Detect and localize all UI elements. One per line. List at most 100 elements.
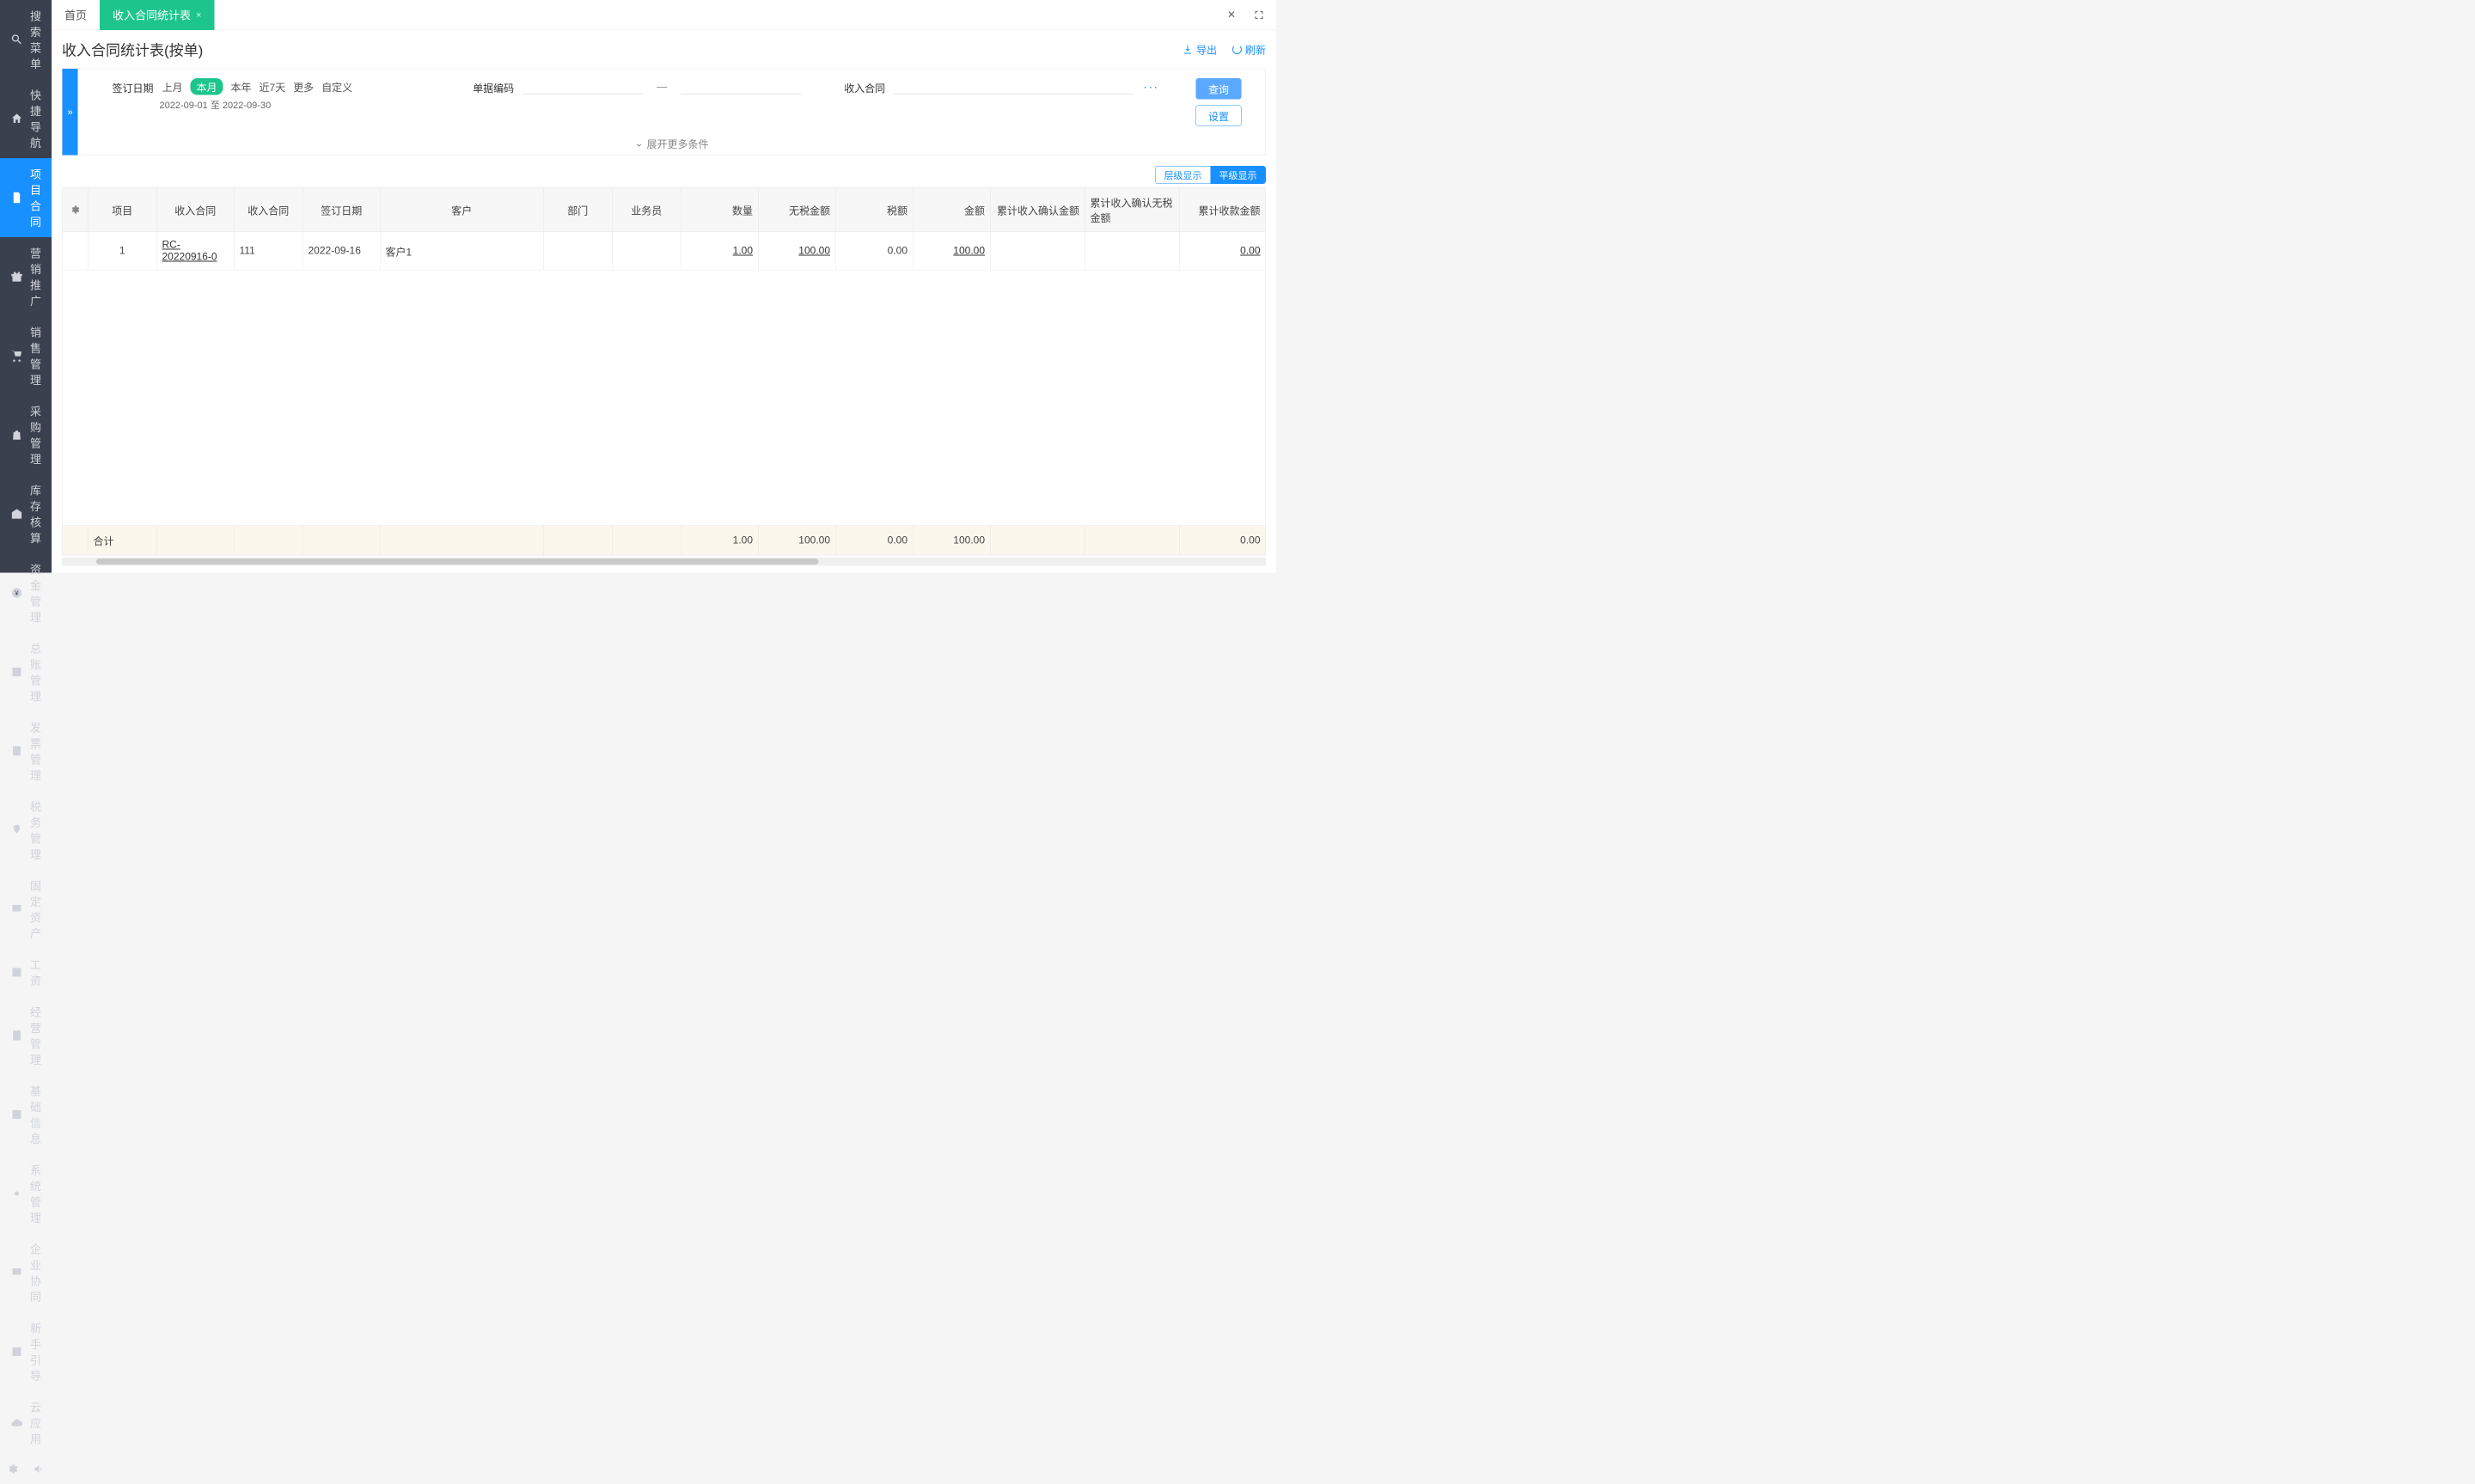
cell-tax: 0.00 [836,232,914,270]
th-cum-confirm[interactable]: 累计收入确认金额 [991,188,1085,232]
collab-icon [10,1267,23,1279]
sidebar-item-collab[interactable]: 企业协同 [0,1233,52,1312]
sidebar-item-search[interactable]: 搜索菜单 [0,0,52,79]
qd-more[interactable]: 更多 [293,79,314,95]
qd-this-month[interactable]: 本月 [191,78,223,95]
info-icon [10,1108,23,1121]
th-income-contract-2[interactable]: 收入合同 [235,188,303,232]
table-row[interactable]: 1 RC-20220916-0 111 2022-09-16 客户1 1.00 … [63,232,1266,271]
sidebar-item-label: 资金管理 [30,561,41,625]
cell-amount[interactable]: 100.00 [914,232,991,270]
gift-icon [10,271,23,284]
sidebar-item-guide[interactable]: 新手引导 [0,1312,52,1391]
qd-7days[interactable]: 近7天 [260,79,286,95]
qd-this-year[interactable]: 本年 [231,79,252,95]
cell-cum-receipt[interactable]: 0.00 [1180,232,1266,270]
gear-icon [70,205,80,215]
fullscreen-button[interactable] [1250,6,1268,23]
sidebar-item-label: 总账管理 [30,640,41,704]
sidebar-item-quicknav[interactable]: 快捷导航 [0,79,52,158]
th-cum-confirm-notax[interactable]: 累计收入确认无税金额 [1085,188,1180,232]
order-code-to-input[interactable] [681,79,801,95]
sys-icon [10,1188,23,1200]
th-income-contract[interactable]: 收入合同 [157,188,235,232]
sidebar-item-baseinfo[interactable]: 基础信息 [0,1075,52,1154]
sidebar-item-label: 基础信息 [30,1083,41,1146]
expand-more-button[interactable]: ⌄展开更多条件 [78,131,1266,156]
th-customer[interactable]: 客户 [381,188,544,232]
page-title: 收入合同统计表(按单) [62,39,203,60]
sidebar-item-invoice[interactable]: 发票管理 [0,711,52,791]
more-lookup-button[interactable]: ··· [1143,80,1158,94]
export-button[interactable]: 导出 [1182,42,1217,58]
th-amount[interactable]: 金额 [914,188,991,232]
settings-filter-button[interactable]: 设置 [1196,106,1242,127]
ledger-icon [10,666,23,679]
table-header: 项目 收入合同 收入合同 签订日期 客户 部门 业务员 数量 无税金额 税额 金… [63,188,1266,233]
th-cum-receipt[interactable]: 累计收款金额 [1180,188,1266,232]
scroll-thumb[interactable] [96,559,819,565]
th-dept[interactable]: 部门 [544,188,613,232]
cell-code: 111 [235,232,303,270]
cell-qty[interactable]: 1.00 [681,232,759,270]
qd-last-month[interactable]: 上月 [162,79,183,95]
qd-custom[interactable]: 自定义 [321,79,352,95]
sidebar-item-funds[interactable]: ¥资金管理 [0,553,52,632]
sidebar-item-marketing[interactable]: 营销推广 [0,237,52,316]
close-icon[interactable]: × [196,9,201,21]
cell-contract-link[interactable]: RC-20220916-0 [157,232,235,270]
sidebar-item-label: 新手引导 [30,1320,41,1383]
th-qty[interactable]: 数量 [681,188,759,232]
guide-icon [10,1346,23,1359]
th-sales[interactable]: 业务员 [613,188,681,232]
salary-icon [10,966,23,979]
sidebar-item-purchase[interactable]: 采购管理 [0,395,52,474]
cell-customer: 客户1 [381,232,544,270]
sidebar-item-cloud[interactable]: 云应用 [0,1391,52,1455]
sidebar-item-label: 营销推广 [30,245,41,308]
sound-button[interactable] [26,1455,52,1484]
tab-income-report[interactable]: 收入合同统计表 × [100,0,214,30]
sidebar-item-tax[interactable]: 税务管理 [0,791,52,870]
cell-cum2 [1085,232,1180,270]
fullscreen-icon [1254,9,1264,20]
gear-icon [7,1463,19,1475]
sidebar-item-salary[interactable]: 工资 [0,949,52,996]
order-code-from-input[interactable] [522,79,643,95]
refresh-button[interactable]: 刷新 [1232,42,1266,58]
sidebar-bottom [0,1455,52,1484]
toggle-flat[interactable]: 平级显示 [1211,167,1266,184]
invoice-icon [10,745,23,758]
th-tax[interactable]: 税额 [836,188,914,232]
tab-label: 收入合同统计表 [113,7,191,23]
sidebar-item-label: 税务管理 [30,798,41,862]
sidebar-item-assets[interactable]: 固定资产 [0,870,52,949]
th-notax[interactable]: 无税金额 [759,188,836,232]
sidebar-item-operation[interactable]: 经营管理 [0,996,52,1075]
sidebar-item-label: 企业协同 [30,1241,41,1304]
tab-home[interactable]: 首页 [52,0,100,30]
total-qty: 1.00 [681,526,759,555]
close-all-button[interactable]: ✕ [1223,6,1240,23]
settings-button[interactable] [0,1455,26,1484]
warehouse-icon [10,508,23,521]
sidebar-item-system[interactable]: 系统管理 [0,1154,52,1233]
biz-icon [10,1029,23,1042]
sidebar-item-label: 快捷导航 [30,87,41,150]
sidebar-item-sales[interactable]: 销售管理 [0,316,52,395]
cell-notax[interactable]: 100.00 [759,232,836,270]
query-button[interactable]: 查询 [1196,78,1242,100]
cart-icon [10,350,23,363]
main: 首页 收入合同统计表 × ✕ 收入合同统计表(按单) 导出 刷新 » 签订日期 上… [52,0,1276,573]
horizontal-scrollbar[interactable] [62,558,1266,566]
sidebar-item-ledger[interactable]: 总账管理 [0,632,52,711]
th-sign-date[interactable]: 签订日期 [303,188,381,232]
sidebar-item-project-contract[interactable]: 项目合同 [0,158,52,237]
sidebar: 搜索菜单 快捷导航 项目合同 营销推广 销售管理 采购管理 库存核算 ¥资金管理… [0,0,52,573]
collapse-filter-button[interactable]: » [63,69,78,156]
toggle-hierarchy[interactable]: 层级显示 [1155,167,1210,184]
income-contract-input[interactable] [894,79,1134,95]
column-settings-button[interactable] [63,188,89,232]
th-project[interactable]: 项目 [89,188,157,232]
sidebar-item-inventory[interactable]: 库存核算 [0,474,52,553]
